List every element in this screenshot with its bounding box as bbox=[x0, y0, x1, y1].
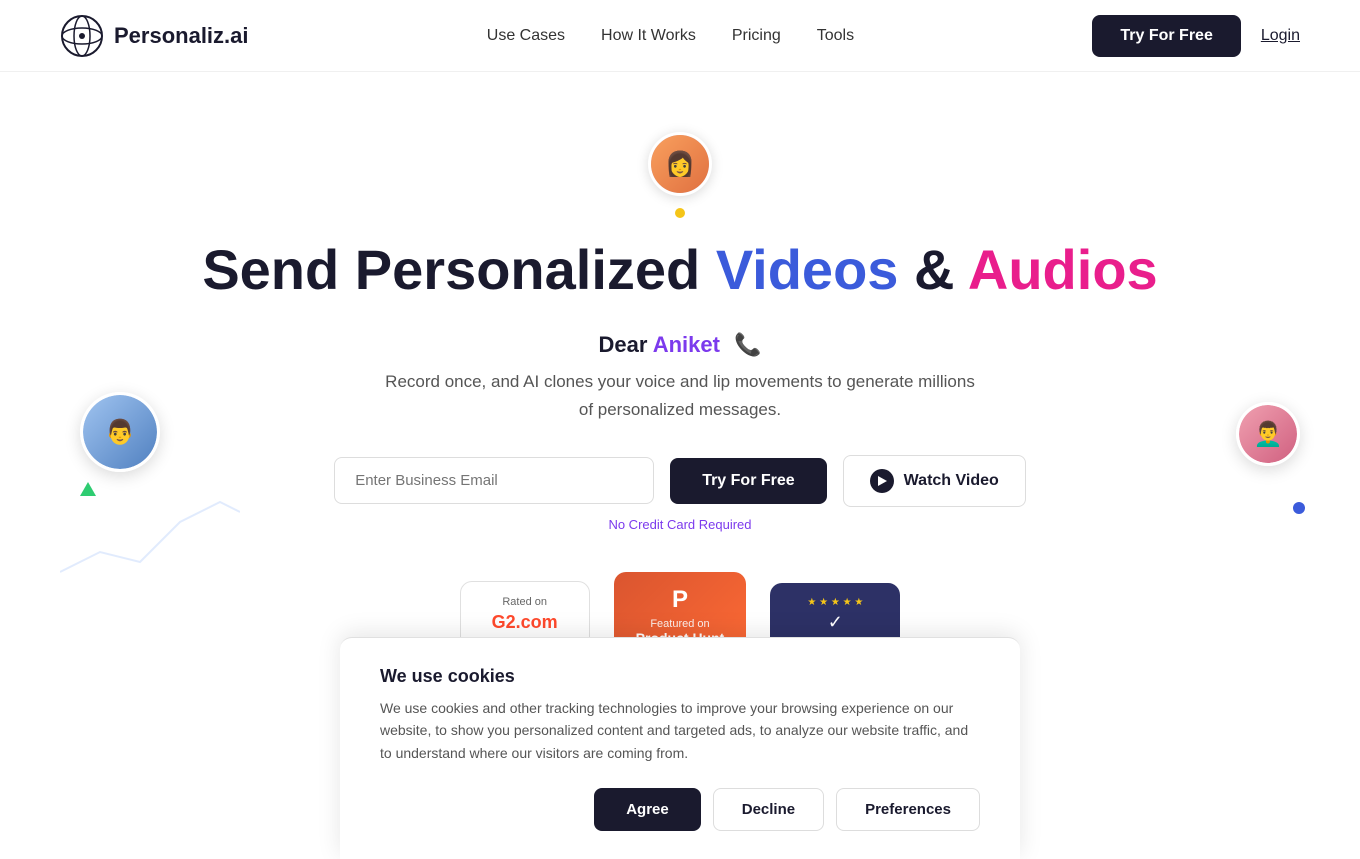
title-pink: Audios bbox=[968, 238, 1158, 301]
cookie-decline-button[interactable]: Decline bbox=[713, 788, 824, 831]
gdpr-check: ✓ bbox=[792, 612, 878, 633]
nav-link-pricing[interactable]: Pricing bbox=[732, 27, 781, 45]
title-part2: & bbox=[898, 238, 967, 301]
try-free-button[interactable]: Try For Free bbox=[670, 458, 826, 504]
title-blue: Videos bbox=[716, 238, 899, 301]
nav-login-button[interactable]: Login bbox=[1261, 27, 1300, 45]
nav-links: Use Cases How It Works Pricing Tools bbox=[487, 27, 854, 45]
hero-section: 👨 👨‍🦱 👩 Send Personalized Videos & Audio… bbox=[0, 72, 1360, 718]
g2-brand: G2.com bbox=[483, 612, 567, 633]
g2-rated-label: Rated on bbox=[483, 596, 567, 608]
avatar-right: 👨‍🦱 bbox=[1236, 402, 1300, 466]
dear-name: Aniket bbox=[653, 332, 720, 357]
nav-try-button[interactable]: Try For Free bbox=[1092, 15, 1240, 57]
dear-label: Dear bbox=[599, 332, 648, 357]
ph-featured-label: Featured on bbox=[636, 618, 725, 630]
cookie-actions: Agree Decline Preferences bbox=[380, 788, 980, 831]
play-icon bbox=[870, 469, 894, 493]
logo-text: Personaliz.ai bbox=[114, 23, 249, 49]
cookie-text: We use cookies and other tracking techno… bbox=[380, 697, 980, 764]
title-part1: Send Personalized bbox=[202, 238, 716, 301]
logo[interactable]: Personaliz.ai bbox=[60, 14, 249, 58]
yellow-dot bbox=[675, 208, 685, 218]
chart-decoration bbox=[60, 492, 240, 592]
gdpr-stars: ★ ★ ★ ★ ★ bbox=[792, 597, 878, 608]
ph-icon: P bbox=[636, 586, 725, 614]
nav-link-tools[interactable]: Tools bbox=[817, 27, 854, 45]
float-avatar-right: 👨‍🦱 bbox=[1236, 402, 1300, 466]
hero-title: Send Personalized Videos & Audios bbox=[20, 238, 1340, 302]
watch-video-button[interactable]: Watch Video bbox=[843, 455, 1026, 507]
cookie-title: We use cookies bbox=[380, 666, 980, 687]
nav-link-use-cases[interactable]: Use Cases bbox=[487, 27, 565, 45]
cookie-banner: We use cookies We use cookies and other … bbox=[340, 637, 1020, 859]
nav-actions: Try For Free Login bbox=[1092, 15, 1300, 57]
hero-top-avatar: 👩 bbox=[648, 132, 712, 196]
cookie-preferences-button[interactable]: Preferences bbox=[836, 788, 980, 831]
blue-dot-decoration bbox=[1293, 502, 1305, 514]
cookie-agree-button[interactable]: Agree bbox=[594, 788, 701, 831]
logo-icon bbox=[60, 14, 104, 58]
avatar-left: 👨 bbox=[80, 392, 160, 472]
phone-icon: 📞 bbox=[734, 332, 761, 358]
hero-dear-line: Dear Aniket 📞 bbox=[20, 332, 1340, 358]
watch-btn-label: Watch Video bbox=[904, 472, 999, 490]
nav-link-how-it-works[interactable]: How It Works bbox=[601, 27, 696, 45]
navbar: Personaliz.ai Use Cases How It Works Pri… bbox=[0, 0, 1360, 72]
float-avatar-left: 👨 bbox=[80, 392, 160, 472]
email-input[interactable] bbox=[334, 457, 654, 504]
hero-description: Record once, and AI clones your voice an… bbox=[20, 368, 1340, 422]
